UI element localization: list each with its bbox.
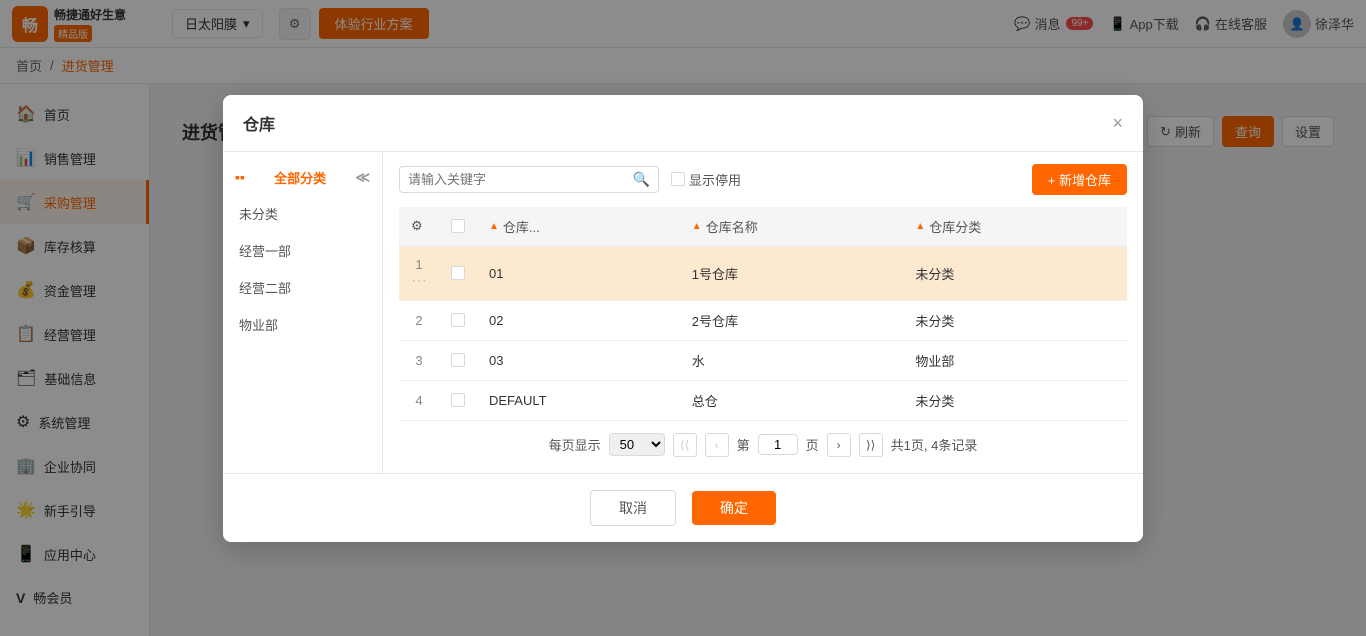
table-row[interactable]: 3 03 水 物业部 <box>399 340 1127 380</box>
table-row[interactable]: 4 DEFAULT 总仓 未分类 <box>399 380 1127 420</box>
table-area: 🔍 显示停用 + 新增仓库 ⚙ <box>383 152 1143 473</box>
row-code: 02 <box>477 300 680 340</box>
row-num-label: 3 <box>415 353 422 368</box>
sort-cat-icon: ▲ <box>915 221 925 232</box>
row-checkbox-cell <box>439 340 477 380</box>
search-icon: 🔍 <box>633 171 650 188</box>
modal-title: 仓库 <box>243 111 275 135</box>
pagination-row: 每页显示 50 10 20 100 ⟨⟨ ‹ 第 页 › ⟩⟩ 共1页, 4条记… <box>399 421 1127 461</box>
category-header-label: 全部分类 <box>274 168 326 187</box>
modal-header: 仓库 × <box>223 95 1143 152</box>
th-code: ▲ 仓库... <box>477 207 680 247</box>
th-code-label: 仓库... <box>503 217 540 236</box>
row-settings: 4 <box>399 380 439 420</box>
cancel-button[interactable]: 取消 <box>590 490 676 526</box>
row-name: 总仓 <box>680 380 904 420</box>
table-row[interactable]: 2 02 2号仓库 未分类 <box>399 300 1127 340</box>
collapse-icon[interactable]: ≪ <box>355 169 370 186</box>
sort-name-icon: ▲ <box>692 221 702 232</box>
th-name: ▲ 仓库名称 <box>680 207 904 247</box>
th-category: ▲ 仓库分类 <box>903 207 1127 247</box>
row-name: 2号仓库 <box>680 300 904 340</box>
row-settings: 1 ··· <box>399 246 439 300</box>
row-checkbox-cell <box>439 380 477 420</box>
modal-overlay[interactable]: 仓库 × ▪▪ 全部分类 ≪ 未分类 经营一部 经营二部 物业部 <box>0 0 1366 636</box>
sort-code-icon: ▲ <box>489 221 499 232</box>
row-checkbox-cell <box>439 300 477 340</box>
row-checkbox[interactable] <box>451 353 465 367</box>
per-page-select[interactable]: 50 10 20 100 <box>609 433 665 456</box>
more-dots-icon[interactable]: ··· <box>411 272 427 290</box>
cat-item-unclassified[interactable]: 未分类 <box>223 195 382 232</box>
cat-item-property[interactable]: 物业部 <box>223 306 382 343</box>
row-code: 01 <box>477 246 680 300</box>
total-info: 共1页, 4条记录 <box>891 435 978 454</box>
page-unit: 页 <box>806 435 819 454</box>
th-category-label: 仓库分类 <box>929 217 981 236</box>
page-label: 第 <box>737 435 750 454</box>
add-warehouse-button[interactable]: + 新增仓库 <box>1032 164 1127 195</box>
category-sidebar: ▪▪ 全部分类 ≪ 未分类 经营一部 经营二部 物业部 <box>223 152 383 473</box>
row-code: DEFAULT <box>477 380 680 420</box>
next-page-button[interactable]: › <box>827 433 851 457</box>
row-checkbox-cell <box>439 246 477 300</box>
warehouse-table: ⚙ ▲ 仓库... <box>399 207 1127 421</box>
gear-col-icon[interactable]: ⚙ <box>411 218 423 233</box>
modal-footer: 取消 确定 <box>223 473 1143 542</box>
row-checkbox[interactable] <box>451 313 465 327</box>
row-num-label: 2 <box>415 313 422 328</box>
prev-page-button[interactable]: ‹ <box>705 433 729 457</box>
row-num-label: 1 <box>415 257 422 272</box>
row-category: 物业部 <box>903 340 1127 380</box>
per-page-label: 每页显示 <box>549 435 601 454</box>
category-header: ▪▪ 全部分类 ≪ <box>223 160 382 195</box>
th-settings: ⚙ <box>399 207 439 247</box>
row-checkbox[interactable] <box>451 266 465 280</box>
row-checkbox[interactable] <box>451 393 465 407</box>
select-all-checkbox[interactable] <box>451 219 465 233</box>
cat-item-dept2[interactable]: 经营二部 <box>223 269 382 306</box>
confirm-button[interactable]: 确定 <box>692 491 776 525</box>
search-box: 🔍 <box>399 166 659 193</box>
row-category: 未分类 <box>903 246 1127 300</box>
row-category: 未分类 <box>903 380 1127 420</box>
th-name-label: 仓库名称 <box>706 217 758 236</box>
table-toolbar: 🔍 显示停用 + 新增仓库 <box>399 164 1127 195</box>
show-disabled-checkbox[interactable] <box>671 172 685 186</box>
modal-close-button[interactable]: × <box>1112 114 1123 132</box>
row-name: 1号仓库 <box>680 246 904 300</box>
first-page-button[interactable]: ⟨⟨ <box>673 433 697 457</box>
table-row[interactable]: 1 ··· 01 1号仓库 未分类 <box>399 246 1127 300</box>
row-name: 水 <box>680 340 904 380</box>
row-code: 03 <box>477 340 680 380</box>
grid-icon: ▪▪ <box>235 169 245 185</box>
cat-item-dept1[interactable]: 经营一部 <box>223 232 382 269</box>
page-number-input[interactable] <box>758 434 798 455</box>
row-category: 未分类 <box>903 300 1127 340</box>
row-num-label: 4 <box>415 393 422 408</box>
th-checkbox <box>439 207 477 247</box>
last-page-button[interactable]: ⟩⟩ <box>859 433 883 457</box>
search-input[interactable] <box>408 172 627 187</box>
show-disabled-toggle[interactable]: 显示停用 <box>671 170 741 189</box>
show-disabled-label: 显示停用 <box>689 170 741 189</box>
warehouse-modal: 仓库 × ▪▪ 全部分类 ≪ 未分类 经营一部 经营二部 物业部 <box>223 95 1143 542</box>
row-settings: 3 <box>399 340 439 380</box>
row-settings: 2 <box>399 300 439 340</box>
modal-body: ▪▪ 全部分类 ≪ 未分类 经营一部 经营二部 物业部 🔍 <box>223 152 1143 473</box>
